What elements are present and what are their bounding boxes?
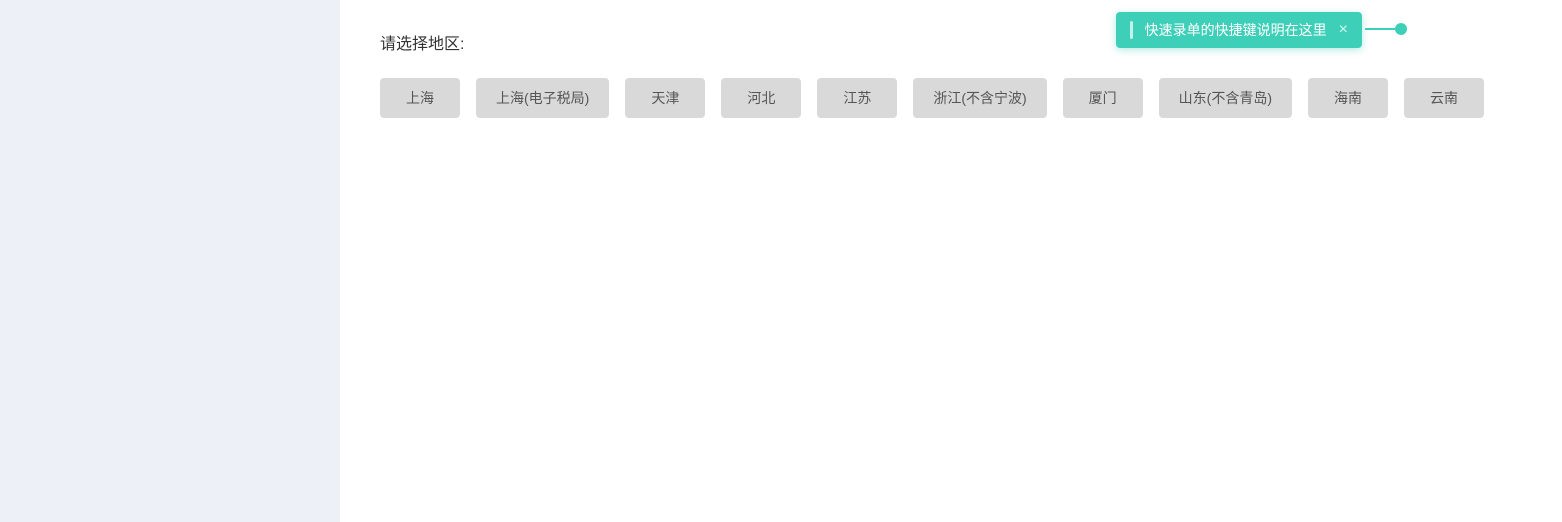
main-content: 请选择地区: 上海上海(电子税局)天津河北江苏浙江(不含宁波)厦门山东(不含青岛… <box>340 0 1562 522</box>
region-button-jiangsu[interactable]: 江苏 <box>817 78 897 118</box>
region-button-yunnan[interactable]: 云南 <box>1404 78 1484 118</box>
tooltip-dot <box>1395 23 1407 35</box>
sidebar <box>0 0 340 522</box>
region-button-xiamen[interactable]: 厦门 <box>1063 78 1143 118</box>
region-grid: 上海上海(电子税局) 天津河北江苏浙江(不含宁波) 厦门山东(不含青岛) 海南云南 <box>380 78 1522 118</box>
region-button-hainan[interactable]: 海南 <box>1308 78 1388 118</box>
region-button-hebei[interactable]: 河北 <box>721 78 801 118</box>
tooltip-text: 快速录单的快捷键说明在这里 <box>1145 20 1327 40</box>
region-button-shandong[interactable]: 山东(不含青岛) <box>1159 78 1292 118</box>
region-button-shanghai[interactable]: 上海 <box>380 78 460 118</box>
region-button-zhejiang[interactable]: 浙江(不含宁波) <box>913 78 1046 118</box>
tooltip-close-button[interactable]: × <box>1339 21 1348 39</box>
region-button-shanghai-etax[interactable]: 上海(电子税局) <box>476 78 609 118</box>
region-button-tianjin[interactable]: 天津 <box>625 78 705 118</box>
tooltip-badge: 快速录单的快捷键说明在这里 × <box>1116 12 1362 48</box>
